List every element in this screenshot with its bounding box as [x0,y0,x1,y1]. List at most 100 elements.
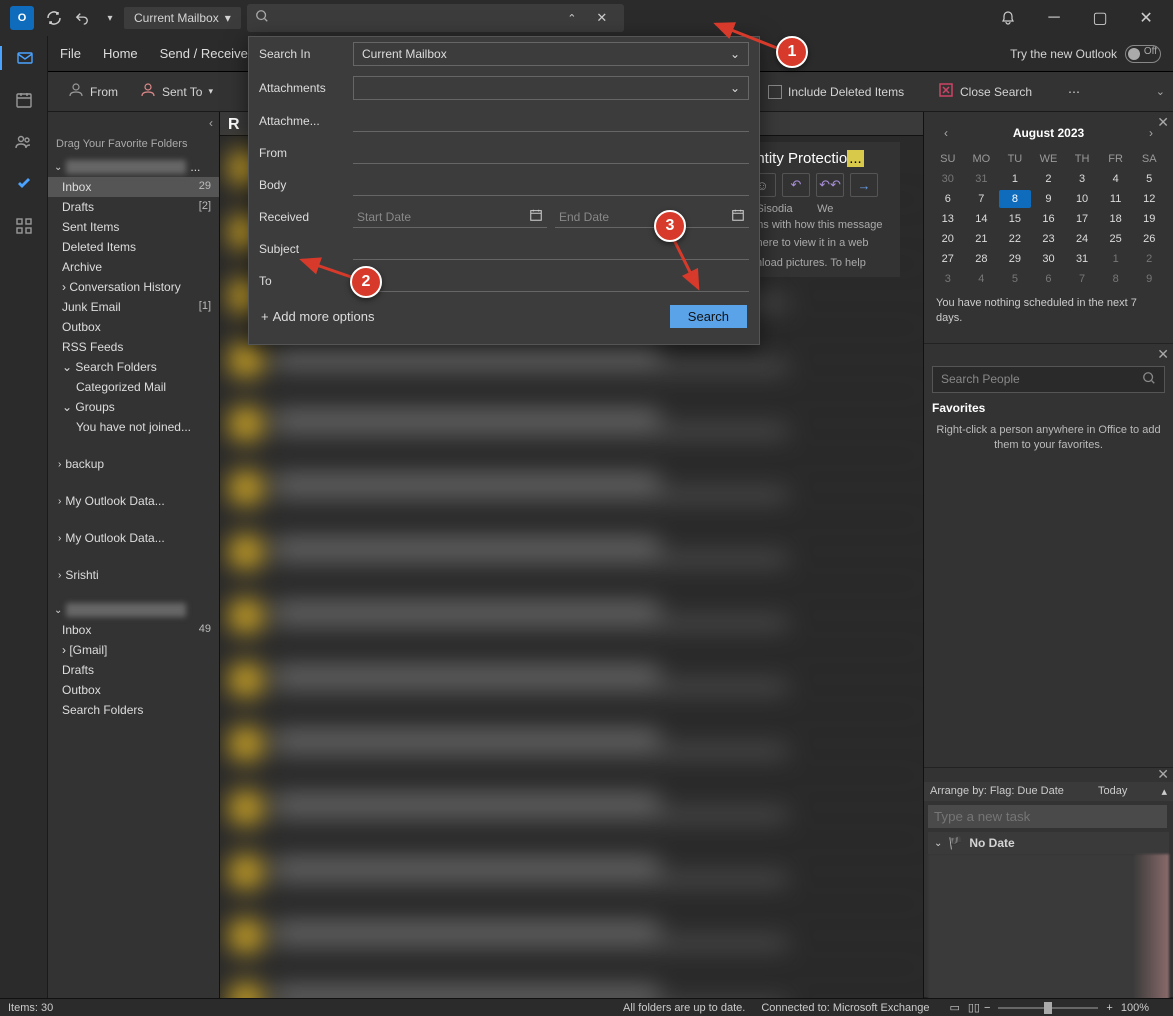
calendar-day[interactable]: 30 [932,170,964,188]
account-1-header[interactable]: ⌄ ... [48,154,219,177]
calendar-day[interactable]: 4 [966,270,998,288]
today-link[interactable]: Today [1098,785,1127,798]
calendar-day[interactable]: 6 [1033,270,1065,288]
calendar-day[interactable]: 11 [1100,190,1132,208]
sent-to-button[interactable]: Sent To ▾ [132,78,221,105]
calendar-day[interactable]: 27 [932,250,964,268]
calendar-day[interactable]: 22 [999,230,1031,248]
folder-group[interactable]: ›My Outlook Data... [48,525,219,548]
folder-item[interactable]: Inbox29 [48,177,219,197]
attachments-dropdown[interactable]: ⌄ [353,76,749,100]
folder-item[interactable]: Junk Email[1] [48,297,219,317]
search-scope-dropdown[interactable]: Current Mailbox ▾ [124,7,241,29]
menu-send-receive[interactable]: Send / Receive [160,46,248,61]
folder-item[interactable]: Search Folders [48,700,219,720]
search-in-dropdown[interactable]: Current Mailbox ⌄ [353,42,749,66]
attachment-name-input[interactable] [353,110,749,132]
calendar-day[interactable]: 7 [966,190,998,208]
close-search-box-icon[interactable]: ✕ [588,4,616,32]
folder-item[interactable]: Drafts[2] [48,197,219,217]
calendar-icon[interactable] [12,88,36,112]
close-icon[interactable]: ✕ [1157,346,1169,363]
calendar-day[interactable]: 5 [999,270,1031,288]
search-button[interactable]: Search [670,305,747,328]
sort-asc-icon[interactable]: ▴ [1161,785,1167,798]
arrange-by-label[interactable]: Arrange by: Flag: Due Date [930,785,1064,798]
calendar-day[interactable]: 1 [1100,250,1132,268]
calendar-day[interactable]: 12 [1133,190,1165,208]
ribbon-collapse-icon[interactable]: ⌄ [1156,85,1165,98]
zoom-in-icon[interactable]: + [1106,1002,1112,1014]
calendar-day[interactable]: 20 [932,230,964,248]
folder-item[interactable]: Inbox49 [48,620,219,640]
folder-item[interactable]: ⌄ Search Folders [48,357,219,377]
calendar-day[interactable]: 21 [966,230,998,248]
close-icon[interactable]: ✕ [1157,114,1169,131]
calendar-day[interactable]: 31 [1066,250,1098,268]
folder-item[interactable]: Drafts [48,660,219,680]
calendar-picker-icon[interactable] [731,208,745,225]
tasks-icon[interactable] [12,172,36,196]
calendar-day[interactable]: 2 [1033,170,1065,188]
try-new-outlook-toggle[interactable]: Off [1125,45,1161,63]
calendar-day[interactable]: 24 [1066,230,1098,248]
calendar-day[interactable]: 29 [999,250,1031,268]
calendar-day[interactable]: 23 [1033,230,1065,248]
folder-item[interactable]: Outbox [48,317,219,337]
folder-item[interactable]: › Conversation History [48,277,219,297]
task-group-no-date[interactable]: ⌄ 🏴 No Date [928,832,1169,854]
close-window-button[interactable]: ✕ [1123,0,1169,36]
close-search-button[interactable]: Close Search [930,78,1040,105]
end-date-input[interactable]: End Date [555,206,749,228]
calendar-picker-icon[interactable] [529,208,543,225]
calendar-day[interactable]: 9 [1133,270,1165,288]
calendar-day[interactable]: 3 [1066,170,1098,188]
folder-group[interactable]: ›Srishti [48,562,219,585]
from-input[interactable] [353,142,749,164]
calendar-day[interactable]: 1 [999,170,1031,188]
calendar-day[interactable]: 16 [1033,210,1065,228]
calendar-day[interactable]: 2 [1133,250,1165,268]
calendar-day[interactable]: 31 [966,170,998,188]
prev-month-icon[interactable]: ‹ [938,124,954,142]
folder-group[interactable]: ›My Outlook Data... [48,488,219,511]
calendar-day[interactable]: 17 [1066,210,1098,228]
close-icon[interactable]: ✕ [1157,766,1169,783]
zoom-slider[interactable] [998,1007,1098,1009]
view-reading-icon[interactable]: ▯▯ [968,1001,980,1014]
collapse-search-icon[interactable]: ⌃ [558,4,586,32]
calendar-day[interactable]: 10 [1066,190,1098,208]
calendar-day[interactable]: 6 [932,190,964,208]
folder-item[interactable]: RSS Feeds [48,337,219,357]
folder-item[interactable]: › [Gmail] [48,640,219,660]
start-date-input[interactable]: Start Date [353,206,547,228]
people-icon[interactable] [12,130,36,154]
view-normal-icon[interactable]: ▭ [949,1001,959,1014]
new-task-input[interactable] [928,805,1167,828]
calendar-day[interactable]: 5 [1133,170,1165,188]
from-button[interactable]: From [60,78,126,105]
calendar-day[interactable]: 3 [932,270,964,288]
reply-icon[interactable]: ↶ [782,173,810,197]
calendar-day[interactable]: 25 [1100,230,1132,248]
folder-item[interactable]: ⌄ Groups [48,397,219,417]
collapse-folders-icon[interactable]: ‹ [209,116,213,130]
add-more-options-button[interactable]: + Add more options [261,309,375,324]
calendar-day[interactable]: 7 [1066,270,1098,288]
undo-icon[interactable] [68,4,96,32]
calendar-day[interactable]: 19 [1133,210,1165,228]
calendar-day[interactable]: 28 [966,250,998,268]
folder-group[interactable]: ›backup [48,451,219,474]
folder-item[interactable]: You have not joined... [48,417,219,437]
calendar-day[interactable]: 30 [1033,250,1065,268]
calendar-day[interactable]: 18 [1100,210,1132,228]
apps-icon[interactable] [12,214,36,238]
calendar-day[interactable]: 8 [1100,270,1132,288]
search-box[interactable]: ⌃ ✕ [247,4,624,32]
calendar-day[interactable]: 14 [966,210,998,228]
calendar-day[interactable]: 26 [1133,230,1165,248]
folder-item[interactable]: Sent Items [48,217,219,237]
search-people-input[interactable]: Search People [932,366,1165,393]
folder-item[interactable]: Outbox [48,680,219,700]
include-deleted-checkbox[interactable]: Include Deleted Items [760,81,912,103]
